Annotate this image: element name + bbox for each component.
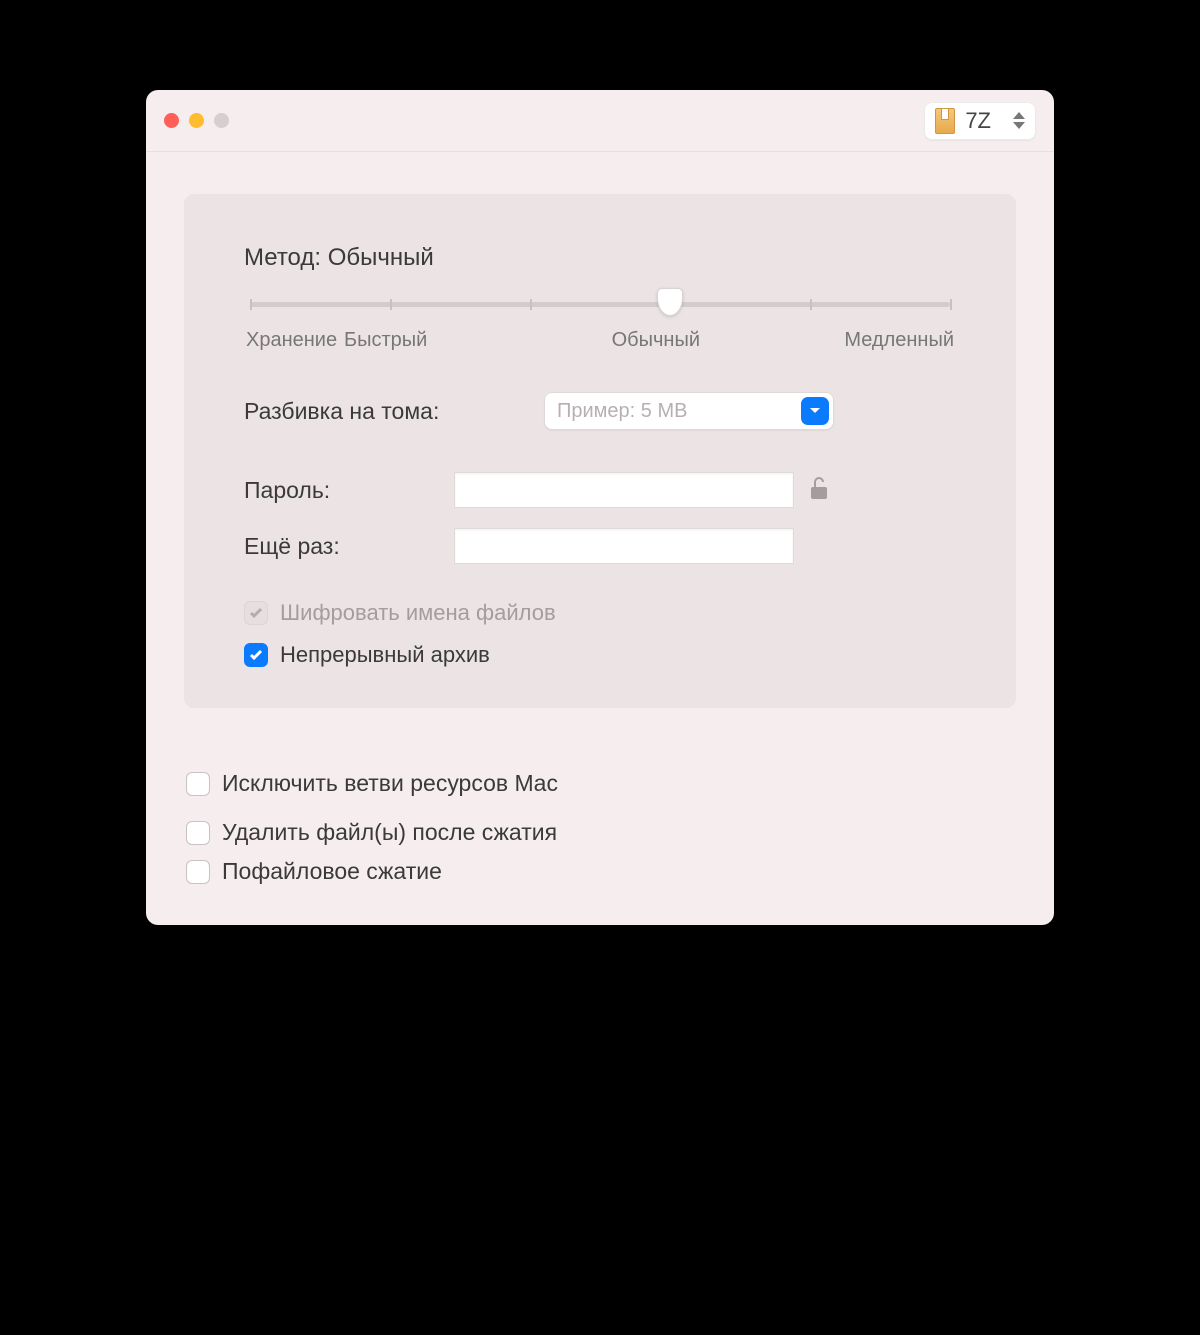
settings-panel: Метод: Обычный Хранение Быстрый Обычный … — [184, 194, 1016, 708]
perfile-row: Пофайловое сжатие — [186, 858, 1014, 885]
outer-options: Исключить ветви ресурсов Mac Удалить фай… — [146, 736, 1054, 925]
slider-label-fast: Быстрый — [344, 329, 427, 352]
solid-archive-row: Непрерывный архив — [244, 642, 956, 668]
perfile-checkbox[interactable] — [186, 860, 210, 884]
delete-after-label: Удалить файл(ы) после сжатия — [222, 819, 557, 846]
chevron-down-icon[interactable] — [801, 397, 829, 425]
encrypt-filenames-checkbox — [244, 601, 268, 625]
method-label: Метод: Обычный — [244, 244, 956, 272]
window-controls — [164, 113, 229, 128]
slider-thumb[interactable] — [657, 288, 683, 316]
lock-icon — [808, 475, 830, 506]
solid-archive-label: Непрерывный архив — [280, 642, 490, 668]
delete-after-row: Удалить файл(ы) после сжатия — [186, 819, 1014, 846]
password-label: Пароль: — [244, 477, 454, 504]
archive-icon — [935, 108, 955, 134]
exclude-mac-label: Исключить ветви ресурсов Mac — [222, 770, 558, 797]
encrypt-filenames-label: Шифровать имена файлов — [280, 600, 556, 626]
delete-after-checkbox[interactable] — [186, 821, 210, 845]
solid-archive-checkbox[interactable] — [244, 643, 268, 667]
repeat-password-input[interactable] — [454, 528, 794, 564]
repeat-password-label: Ещё раз: — [244, 533, 454, 560]
zoom-window-button[interactable] — [214, 113, 229, 128]
perfile-label: Пофайловое сжатие — [222, 858, 442, 885]
slider-label-normal: Обычный — [467, 329, 844, 352]
slider-labels: Хранение Быстрый Обычный Медленный — [244, 329, 956, 352]
exclude-mac-row: Исключить ветви ресурсов Mac — [186, 770, 1014, 797]
compression-slider[interactable]: Хранение Быстрый Обычный Медленный — [244, 302, 956, 352]
minimize-window-button[interactable] — [189, 113, 204, 128]
repeat-password-row: Ещё раз: — [244, 528, 956, 564]
slider-label-store: Хранение — [246, 329, 356, 352]
encrypt-filenames-row: Шифровать имена файлов — [244, 600, 956, 626]
titlebar: 7Z — [146, 90, 1054, 152]
exclude-mac-checkbox[interactable] — [186, 772, 210, 796]
slider-track — [250, 302, 950, 307]
volumes-label: Разбивка на тома: — [244, 398, 454, 425]
volumes-placeholder: Пример: 5 MB — [557, 400, 801, 423]
close-window-button[interactable] — [164, 113, 179, 128]
password-row: Пароль: — [244, 472, 956, 508]
archive-settings-window: 7Z Метод: Обычный Хранение Б — [146, 90, 1054, 925]
volumes-combobox[interactable]: Пример: 5 MB — [544, 392, 834, 430]
volumes-row: Разбивка на тома: Пример: 5 MB — [244, 392, 956, 430]
stepper-icon — [1013, 112, 1025, 129]
format-label: 7Z — [965, 108, 991, 134]
password-input[interactable] — [454, 472, 794, 508]
slider-label-slow: Медленный — [844, 329, 954, 352]
format-dropdown[interactable]: 7Z — [924, 102, 1036, 140]
